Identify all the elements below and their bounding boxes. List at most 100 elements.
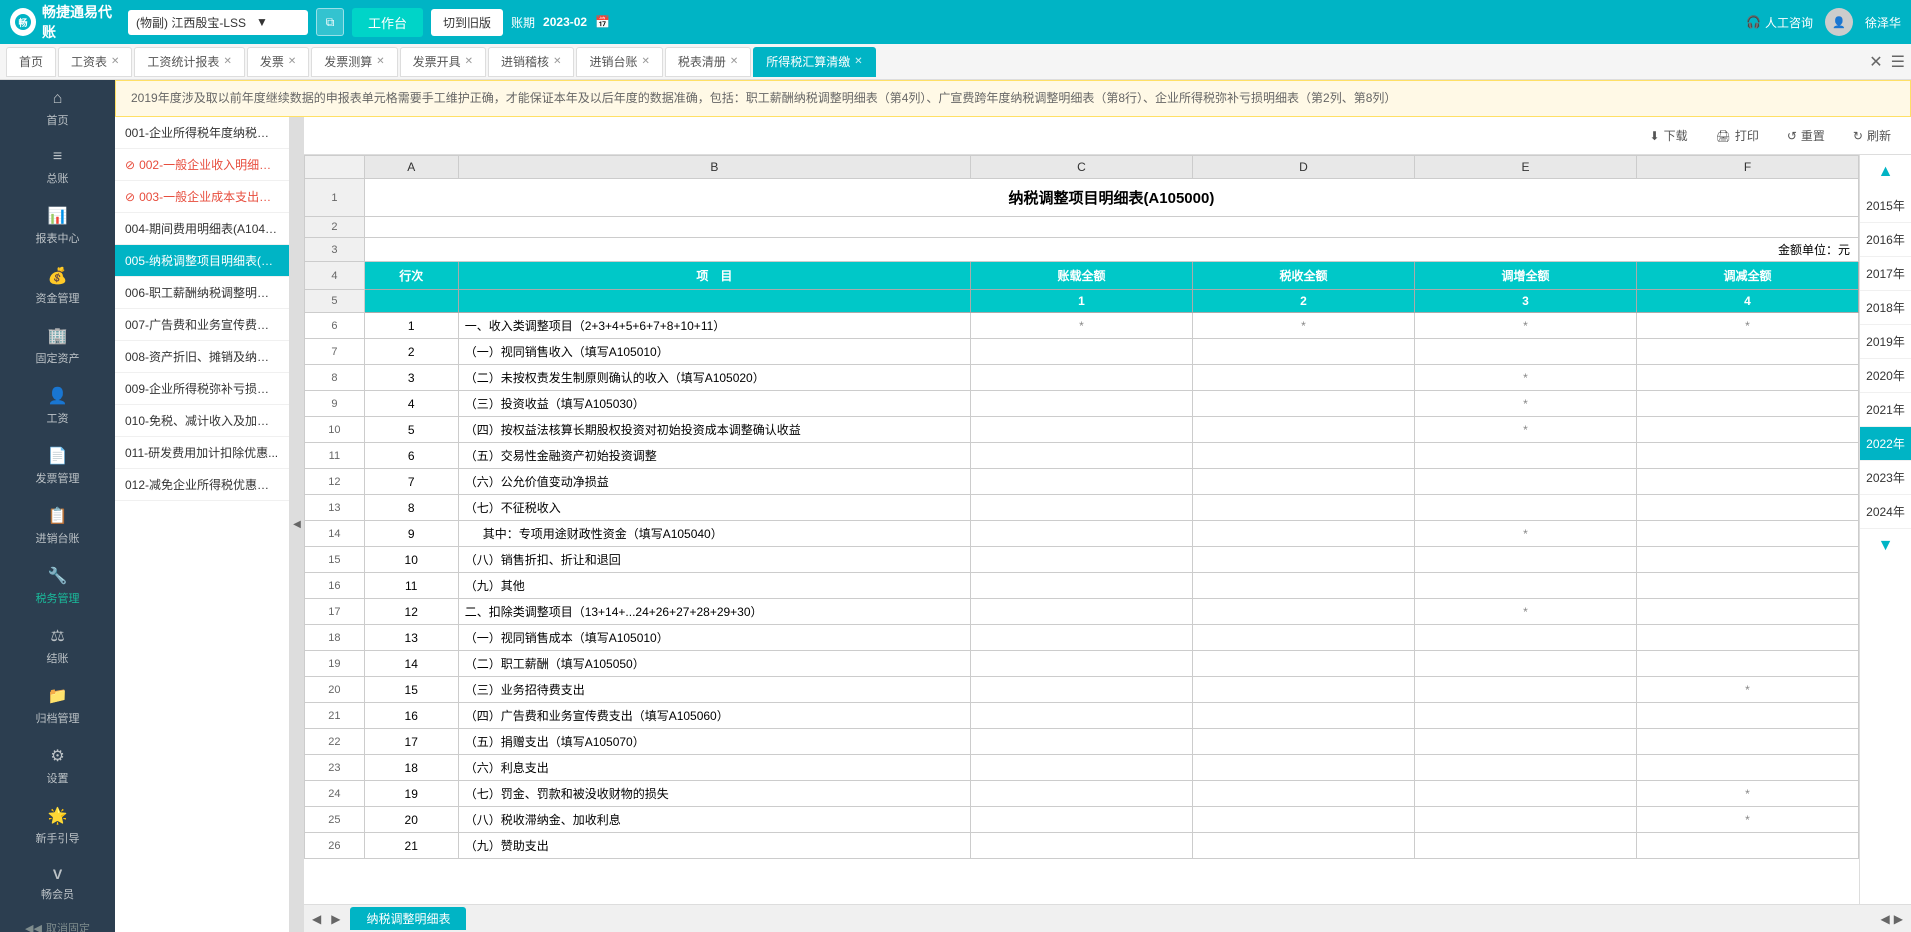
sidebar-item-finance[interactable]: 💰 资金管理 — [0, 256, 115, 316]
bottom-sheet-tab[interactable]: 纳税调整明细表 — [350, 907, 466, 930]
pin-label: 取消固定 — [46, 920, 90, 932]
sidebar-item-ledger-main[interactable]: ≡ 总账 — [0, 138, 115, 196]
scroll-right-icon[interactable]: ▶ — [1894, 912, 1903, 926]
left-nav: 001-企业所得税年度纳税申... ⊘002-一般企业收入明细表(A1... ⊘… — [115, 117, 290, 932]
nav-item-004[interactable]: 004-期间费用明细表(A1040... — [115, 213, 289, 245]
old-version-button[interactable]: 切到旧版 — [431, 9, 503, 36]
invoice-icon: 📄 — [48, 446, 68, 466]
workbench-button[interactable]: 工作台 — [352, 8, 423, 37]
year-2015[interactable]: 2015年 — [1860, 189, 1911, 223]
table-row: 20 15 （三）业务招待费支出 * — [305, 677, 1859, 703]
consult-button[interactable]: 🎧 人工咨询 — [1746, 14, 1813, 31]
tab-invoice-open[interactable]: 发票开具 ✕ — [400, 47, 486, 77]
download-icon: ⬇ — [1650, 129, 1660, 143]
year-2020[interactable]: 2020年 — [1860, 359, 1911, 393]
header-item: 项 目 — [458, 262, 970, 290]
year-2022[interactable]: 2022年 — [1860, 427, 1911, 461]
nav-item-011[interactable]: 011-研发费用加计扣除优惠... — [115, 437, 289, 469]
close-all-icon[interactable]: ✕ — [1869, 52, 1882, 72]
year-2016[interactable]: 2016年 — [1860, 223, 1911, 257]
tab-check-close[interactable]: ✕ — [553, 56, 561, 67]
tab-invoice[interactable]: 发票 ✕ — [247, 47, 309, 77]
sidebar-item-invoice-mgmt[interactable]: 📄 发票管理 — [0, 436, 115, 496]
logo-area: 畅 畅捷通易代账 — [10, 2, 120, 42]
year-2024[interactable]: 2024年 — [1860, 495, 1911, 529]
tab-payroll-close[interactable]: ✕ — [111, 56, 119, 67]
sidebar-item-settings[interactable]: ⚙ 设置 — [0, 736, 115, 796]
sidebar-label-report: 报表中心 — [36, 230, 80, 246]
nav-item-008[interactable]: 008-资产折旧、摊销及纳税... — [115, 341, 289, 373]
pin-toggle[interactable]: ◀◀ 取消固定 — [0, 912, 115, 932]
tab-ledger-close[interactable]: ✕ — [641, 56, 649, 67]
sidebar-item-home[interactable]: ⌂ 首页 — [0, 80, 115, 138]
calendar-icon[interactable]: 📅 — [595, 15, 610, 29]
error-icon-003: ⊘ — [125, 190, 135, 204]
nav-item-002[interactable]: ⊘002-一般企业收入明细表(A1... — [115, 149, 289, 181]
tab-payroll[interactable]: 工资表 ✕ — [58, 47, 132, 77]
nav-item-003[interactable]: ⊘003-一般企业成本支出明细... — [115, 181, 289, 213]
sidebar-label-close: 结账 — [47, 650, 69, 666]
pin-icon: ◀◀ — [25, 922, 42, 932]
tab-ledger[interactable]: 进销台账 ✕ — [576, 47, 662, 77]
sidebar-item-archive[interactable]: 📁 归档管理 — [0, 676, 115, 736]
header-c2: 税收全额 — [1192, 262, 1414, 290]
nav-item-005[interactable]: 005-纳税调整项目明细表(A1... — [115, 245, 289, 277]
tab-check[interactable]: 进销稽核 ✕ — [488, 47, 574, 77]
tab-invoice-open-close[interactable]: ✕ — [465, 56, 473, 67]
tab-payroll-stat[interactable]: 工资统计报表 ✕ — [134, 47, 244, 77]
tab-invoice-close[interactable]: ✕ — [288, 56, 296, 67]
year-2019[interactable]: 2019年 — [1860, 325, 1911, 359]
print-button[interactable]: 🖨 打印 — [1708, 123, 1767, 148]
table-row: 11 6 （五）交易性金融资产初始投资调整 — [305, 443, 1859, 469]
tab-home[interactable]: 首页 — [6, 47, 56, 77]
scroll-arrows: ◀ ▶ — [1881, 912, 1903, 926]
table-container[interactable]: A B C D E F 1 纳税调整项目明细表 — [304, 155, 1859, 904]
year-scroll-down[interactable]: ▼ — [1860, 529, 1911, 563]
tab-menu-icon[interactable]: ☰ — [1891, 52, 1905, 72]
year-2023[interactable]: 2023年 — [1860, 461, 1911, 495]
prev-sheet-btn[interactable]: ◀ — [312, 912, 321, 926]
tab-tax-list-close[interactable]: ✕ — [730, 56, 738, 67]
refresh-button[interactable]: ↻ 刷新 — [1845, 123, 1899, 148]
nav-item-001[interactable]: 001-企业所得税年度纳税申... — [115, 117, 289, 149]
tab-payroll-stat-close[interactable]: ✕ — [223, 56, 231, 67]
tab-tax-list[interactable]: 税表清册 ✕ — [665, 47, 751, 77]
year-2021[interactable]: 2021年 — [1860, 393, 1911, 427]
nav-item-007[interactable]: 007-广告费和业务宣传费时... — [115, 309, 289, 341]
sidebar-item-tax-mgmt[interactable]: 🔧 税务管理 — [0, 556, 115, 616]
nav-item-006[interactable]: 006-职工薪酬纳税调整明细... — [115, 277, 289, 309]
sidebar-item-guide[interactable]: 🌟 新手引导 — [0, 796, 115, 856]
right-year-bar: ▲ 2015年 2016年 2017年 2018年 2019年 2020年 20… — [1859, 155, 1911, 904]
tab-invoice-calc[interactable]: 发票测算 ✕ — [311, 47, 397, 77]
year-2018[interactable]: 2018年 — [1860, 291, 1911, 325]
user-avatar[interactable]: 👤 — [1825, 8, 1853, 36]
reset-button[interactable]: ↺ 重置 — [1779, 123, 1833, 148]
next-sheet-btn[interactable]: ▶ — [331, 912, 340, 926]
table-row: 19 14 （二）职工薪酬（填写A105050） — [305, 651, 1859, 677]
collapse-handle[interactable]: ◀ — [290, 117, 304, 932]
tab-tax-annual[interactable]: 所得税汇算清缴 ✕ — [753, 47, 875, 77]
sidebar-item-vip[interactable]: V 畅会员 — [0, 856, 115, 912]
copy-button[interactable]: ⧉ — [316, 8, 344, 36]
sidebar-item-sales-ledger[interactable]: 📋 进销台账 — [0, 496, 115, 556]
year-2017[interactable]: 2017年 — [1860, 257, 1911, 291]
error-icon-002: ⊘ — [125, 158, 135, 172]
scroll-left-icon[interactable]: ◀ — [1881, 912, 1890, 926]
refresh-icon: ↻ — [1853, 129, 1863, 143]
sidebar-item-assets[interactable]: 🏢 固定资产 — [0, 316, 115, 376]
nav-item-012[interactable]: 012-减免企业所得税优惠明细... — [115, 469, 289, 501]
sub-header-1: 1 — [970, 290, 1192, 313]
nav-item-009[interactable]: 009-企业所得税弥补亏损明... — [115, 373, 289, 405]
table-row: 17 12 二、扣除类调整项目（13+14+...24+26+27+28+29+… — [305, 599, 1859, 625]
year-scroll-up[interactable]: ▲ — [1860, 155, 1911, 189]
sales-icon: 📋 — [48, 506, 68, 526]
tab-tax-annual-close[interactable]: ✕ — [854, 56, 862, 67]
sidebar-item-payroll[interactable]: 👤 工资 — [0, 376, 115, 436]
company-selector[interactable]: (物副) 江西殷宝-LSS ▼ — [128, 10, 308, 35]
download-button[interactable]: ⬇ 下载 — [1642, 123, 1696, 148]
tab-invoice-calc-close[interactable]: ✕ — [376, 56, 384, 67]
logo-icon: 畅 — [10, 8, 36, 36]
nav-item-010[interactable]: 010-免税、减计收入及加计... — [115, 405, 289, 437]
sidebar-item-report[interactable]: 📊 报表中心 — [0, 196, 115, 256]
sidebar-item-close[interactable]: ⚖ 结账 — [0, 616, 115, 676]
